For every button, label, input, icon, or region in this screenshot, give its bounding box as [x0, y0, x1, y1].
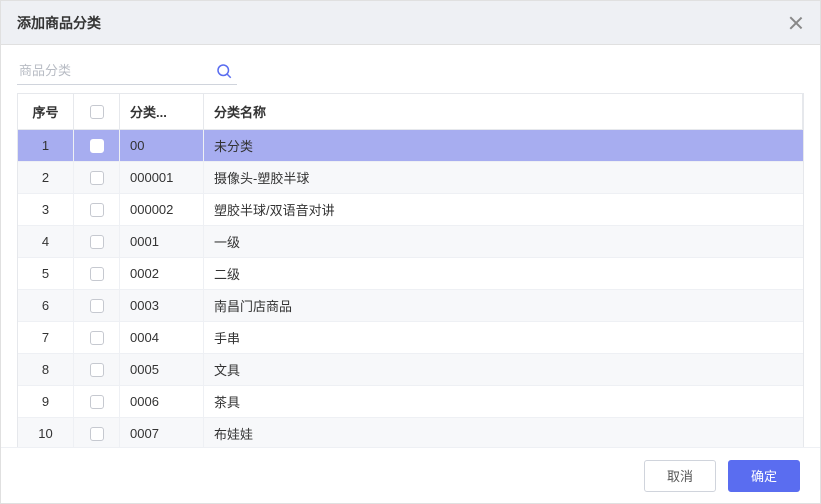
col-header-name: 分类名称 [204, 94, 803, 129]
cell-code: 000002 [120, 194, 204, 225]
row-checkbox[interactable] [90, 427, 104, 441]
cell-index: 7 [18, 322, 74, 353]
cell-name: 南昌门店商品 [204, 290, 803, 321]
cell-check [74, 162, 120, 193]
cell-code: 0005 [120, 354, 204, 385]
table-row[interactable]: 3 000002塑胶半球/双语音对讲 [18, 194, 803, 226]
cell-code: 00 [120, 130, 204, 161]
cell-index: 8 [18, 354, 74, 385]
table-row[interactable]: 1 00未分类 [18, 130, 803, 162]
cell-name: 手串 [204, 322, 803, 353]
cell-name: 二级 [204, 258, 803, 289]
table-row[interactable]: 5 0002二级 [18, 258, 803, 290]
cell-code: 0006 [120, 386, 204, 417]
cell-name: 一级 [204, 226, 803, 257]
cell-code: 0007 [120, 418, 204, 447]
cell-check [74, 290, 120, 321]
search-row [1, 45, 820, 93]
table-row[interactable]: 2 000001摄像头-塑胶半球 [18, 162, 803, 194]
cell-index: 4 [18, 226, 74, 257]
cell-check [74, 226, 120, 257]
cell-code: 0001 [120, 226, 204, 257]
row-checkbox[interactable] [90, 299, 104, 313]
cell-check [74, 258, 120, 289]
cell-code: 0003 [120, 290, 204, 321]
table-row[interactable]: 7 0004手串 [18, 322, 803, 354]
row-checkbox[interactable] [90, 267, 104, 281]
modal-header: 添加商品分类 [1, 1, 820, 45]
cell-name: 摄像头-塑胶半球 [204, 162, 803, 193]
cell-check [74, 354, 120, 385]
row-checkbox[interactable] [90, 203, 104, 217]
table-row[interactable]: 6 0003南昌门店商品 [18, 290, 803, 322]
cell-code: 0004 [120, 322, 204, 353]
row-checkbox[interactable] [90, 235, 104, 249]
cell-index: 6 [18, 290, 74, 321]
cell-name: 布娃娃 [204, 418, 803, 447]
cell-name: 文具 [204, 354, 803, 385]
close-icon[interactable] [788, 15, 804, 31]
row-checkbox[interactable] [90, 395, 104, 409]
search-input[interactable] [17, 57, 237, 85]
col-header-check [74, 94, 120, 129]
search-wrap [17, 57, 237, 85]
cell-index: 3 [18, 194, 74, 225]
cell-index: 2 [18, 162, 74, 193]
cell-index: 5 [18, 258, 74, 289]
col-header-index: 序号 [18, 94, 74, 129]
select-all-checkbox[interactable] [90, 105, 104, 119]
col-header-code: 分类... [120, 94, 204, 129]
cell-check [74, 418, 120, 447]
table-row[interactable]: 9 0006茶具 [18, 386, 803, 418]
table-header-row: 序号 分类... 分类名称 [18, 94, 803, 130]
cell-check [74, 130, 120, 161]
cancel-button[interactable]: 取消 [644, 460, 716, 492]
table-row[interactable]: 10 0007布娃娃 [18, 418, 803, 447]
cell-index: 10 [18, 418, 74, 447]
cell-name: 未分类 [204, 130, 803, 161]
modal-footer: 取消 确定 [1, 447, 820, 503]
table-body[interactable]: 1 00未分类 2 000001摄像头-塑胶半球 3 000002塑胶半球/双语音对讲 4 0… [18, 130, 803, 447]
cell-check [74, 194, 120, 225]
row-checkbox[interactable] [90, 331, 104, 345]
cell-code: 000001 [120, 162, 204, 193]
cell-code: 0002 [120, 258, 204, 289]
cell-check [74, 386, 120, 417]
category-table: 序号 分类... 分类名称 1 00未分类 2 000001摄像头-塑胶半球 3 0000… [17, 93, 804, 447]
search-icon[interactable] [215, 62, 233, 80]
add-category-modal: 添加商品分类 序号 分类... 分类名称 1 00未分类 2 000001摄像头-塑胶… [0, 0, 821, 504]
row-checkbox[interactable] [90, 171, 104, 185]
row-checkbox[interactable] [90, 363, 104, 377]
cell-check [74, 322, 120, 353]
modal-title: 添加商品分类 [17, 13, 101, 33]
cell-name: 茶具 [204, 386, 803, 417]
row-checkbox[interactable] [90, 139, 104, 153]
confirm-button[interactable]: 确定 [728, 460, 800, 492]
table-row[interactable]: 8 0005文具 [18, 354, 803, 386]
cell-index: 1 [18, 130, 74, 161]
table-row[interactable]: 4 0001一级 [18, 226, 803, 258]
cell-name: 塑胶半球/双语音对讲 [204, 194, 803, 225]
cell-index: 9 [18, 386, 74, 417]
